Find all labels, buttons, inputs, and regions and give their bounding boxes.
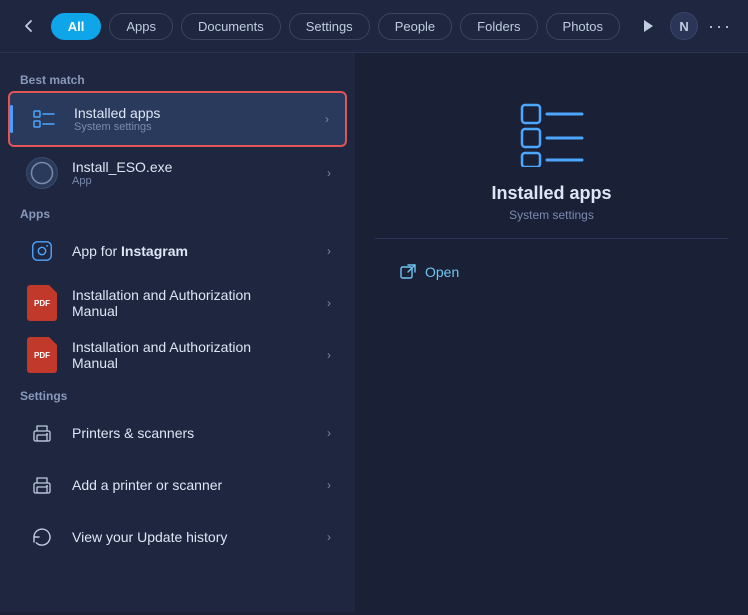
install-eso-title: Install_ESO.exe: [72, 159, 319, 175]
auth-manual-1-result[interactable]: PDF Installation and Authorization Manua…: [8, 277, 347, 329]
install-label-2: Installation and Authorization: [72, 339, 251, 355]
add-printer-icon: [24, 467, 60, 503]
back-button[interactable]: [16, 12, 43, 40]
install-eso-result[interactable]: Install_ESO.exe App ›: [8, 147, 347, 199]
install-eso-chevron: ›: [327, 166, 331, 180]
auth-manual-2-text: Installation and Authorization Manual: [72, 339, 319, 371]
app-for-label: App for: [72, 243, 121, 259]
update-history-result[interactable]: View your Update history ›: [8, 511, 347, 563]
auth-manual-1-chevron: ›: [327, 296, 331, 310]
more-options-button[interactable]: ···: [708, 16, 732, 37]
pdf-icon-2: PDF: [24, 337, 60, 373]
installed-apps-chevron: ›: [325, 112, 329, 126]
avatar: N: [670, 12, 698, 40]
install-eso-icon: [24, 155, 60, 191]
settings-section-label: Settings: [0, 381, 355, 407]
printers-title: Printers & scanners: [72, 425, 319, 441]
detail-installed-apps-icon: [517, 97, 587, 167]
open-button[interactable]: Open: [383, 255, 475, 289]
printers-text: Printers & scanners: [72, 425, 319, 441]
printer-icon: [24, 415, 60, 451]
tab-photos[interactable]: Photos: [546, 13, 620, 40]
tab-documents[interactable]: Documents: [181, 13, 281, 40]
play-icon: [636, 14, 660, 38]
auth-manual-2-result[interactable]: PDF Installation and Authorization Manua…: [8, 329, 347, 381]
auth-manual-1-text: Installation and Authorization Manual: [72, 287, 319, 319]
open-label: Open: [425, 264, 459, 280]
detail-icon-area: [517, 97, 587, 167]
nav-right-actions: N ···: [636, 12, 732, 40]
tab-people[interactable]: People: [378, 13, 452, 40]
auth-manual-2-title: Installation and Authorization Manual: [72, 339, 319, 371]
installed-apps-subtitle: System settings: [74, 121, 317, 133]
installed-apps-result[interactable]: Installed apps System settings ›: [8, 91, 347, 147]
install-label-1: Installation and Authorization: [72, 287, 251, 303]
auth-manual-2-chevron: ›: [327, 348, 331, 362]
manual-label-2: Manual: [72, 355, 118, 371]
update-history-chevron: ›: [327, 530, 331, 544]
update-history-text: View your Update history: [72, 529, 319, 545]
tab-apps[interactable]: Apps: [109, 13, 173, 40]
install-eso-subtitle: App: [72, 175, 319, 187]
printers-chevron: ›: [327, 426, 331, 440]
installed-apps-icon: [26, 101, 62, 137]
instagram-app-result[interactable]: App for Instagram ›: [8, 225, 347, 277]
install-eso-text: Install_ESO.exe App: [72, 159, 319, 187]
detail-subtitle: System settings: [509, 208, 594, 222]
update-history-title: View your Update history: [72, 529, 319, 545]
installed-apps-title: Installed apps: [74, 105, 317, 121]
printers-result[interactable]: Printers & scanners ›: [8, 407, 347, 459]
open-icon: [399, 263, 417, 281]
instagram-icon: [24, 233, 60, 269]
apps-section-label: Apps: [0, 199, 355, 225]
auth-manual-1-title: Installation and Authorization Manual: [72, 287, 319, 319]
instagram-app-text: App for Instagram: [72, 243, 319, 259]
update-icon: [24, 519, 60, 555]
add-printer-text: Add a printer or scanner: [72, 477, 319, 493]
instagram-app-title: App for Instagram: [72, 243, 319, 259]
left-panel: Best match Installed apps System setting…: [0, 53, 355, 612]
tab-all[interactable]: All: [51, 13, 102, 40]
add-printer-chevron: ›: [327, 478, 331, 492]
pdf-icon-1: PDF: [24, 285, 60, 321]
tab-settings[interactable]: Settings: [289, 13, 370, 40]
main-layout: Best match Installed apps System setting…: [0, 53, 748, 612]
tab-folders[interactable]: Folders: [460, 13, 537, 40]
instagram-label: Instagram: [121, 243, 188, 259]
detail-divider: [375, 238, 728, 239]
installed-apps-text: Installed apps System settings: [74, 105, 317, 133]
nav-bar: All Apps Documents Settings People Folde…: [0, 0, 748, 53]
instagram-chevron: ›: [327, 244, 331, 258]
right-panel: Installed apps System settings Open: [355, 53, 748, 612]
manual-label-1: Manual: [72, 303, 118, 319]
add-printer-title: Add a printer or scanner: [72, 477, 319, 493]
best-match-label: Best match: [0, 65, 355, 91]
detail-title: Installed apps: [491, 183, 611, 204]
add-printer-result[interactable]: Add a printer or scanner ›: [8, 459, 347, 511]
